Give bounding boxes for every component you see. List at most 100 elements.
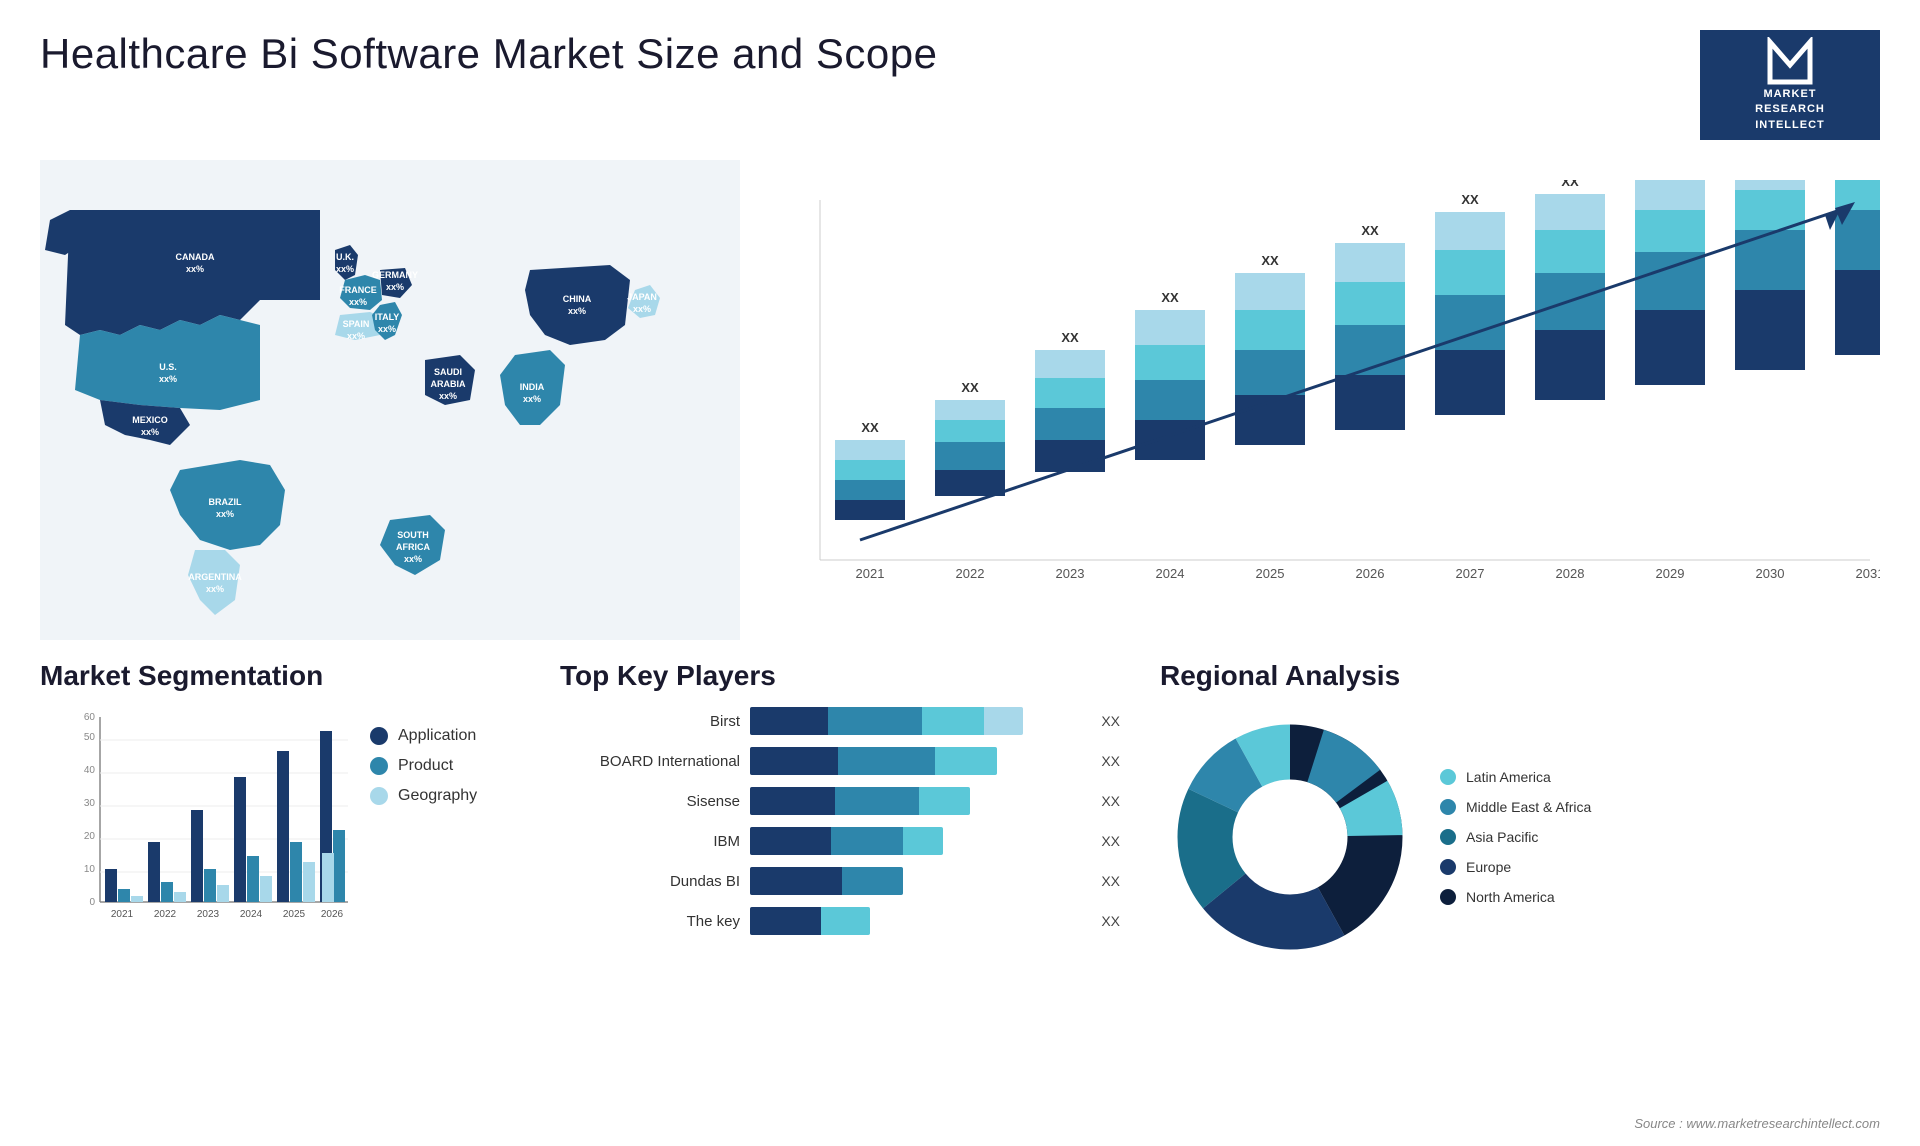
label-latin-america: Latin America: [1466, 769, 1551, 785]
legend-latin-america: Latin America: [1440, 769, 1591, 785]
main-content: CANADA xx% U.S. xx% MEXICO xx% BRAZIL xx…: [0, 160, 1920, 640]
player-row-thekey: The key XX: [560, 907, 1120, 935]
svg-text:xx%: xx%: [378, 324, 396, 334]
germany-label: GERMANY: [372, 270, 418, 280]
svg-text:2025: 2025: [283, 909, 306, 920]
svg-text:AFRICA: AFRICA: [396, 542, 430, 552]
uk-label: U.K.: [336, 252, 354, 262]
player-row-board: BOARD International XX: [560, 747, 1120, 775]
segmentation-legend: Application Product Geography: [370, 727, 477, 805]
svg-text:2021: 2021: [111, 909, 134, 920]
growth-chart-svg: XX XX XX XX XX: [760, 180, 1880, 640]
legend-label-geography: Geography: [398, 787, 477, 805]
player-name-sisense: Sisense: [560, 793, 740, 810]
southafrica-label: SOUTH: [397, 530, 429, 540]
argentina-label: ARGENTINA: [188, 572, 242, 582]
player-name-board: BOARD International: [560, 753, 740, 770]
svg-text:xx%: xx%: [336, 264, 354, 274]
page-header: Healthcare Bi Software Market Size and S…: [0, 0, 1920, 160]
svg-text:xx%: xx%: [523, 394, 541, 404]
legend-mea: Middle East & Africa: [1440, 799, 1591, 815]
svg-text:xx%: xx%: [439, 391, 457, 401]
dot-asia-pacific: [1440, 829, 1456, 845]
regional-legend: Latin America Middle East & Africa Asia …: [1440, 769, 1591, 905]
logo-text: MARKET RESEARCH INTELLECT: [1755, 87, 1825, 133]
player-bar-board: [750, 747, 1083, 775]
key-players-title: Top Key Players: [560, 660, 1120, 692]
svg-text:xx%: xx%: [141, 427, 159, 437]
svg-text:2023: 2023: [197, 909, 220, 920]
svg-text:xx%: xx%: [633, 304, 651, 314]
legend-application: Application: [370, 727, 477, 745]
saudi-label: SAUDI: [434, 367, 462, 377]
japan-label: JAPAN: [627, 292, 657, 302]
donut-chart-svg: [1160, 707, 1420, 967]
svg-text:XX: XX: [1161, 290, 1179, 305]
legend-asia-pacific: Asia Pacific: [1440, 829, 1591, 845]
legend-dot-application: [370, 727, 388, 745]
svg-text:XX: XX: [1361, 223, 1379, 238]
italy-label: ITALY: [375, 312, 400, 322]
svg-text:30: 30: [84, 798, 96, 809]
player-row-dundas: Dundas BI XX: [560, 867, 1120, 895]
player-row-ibm: IBM XX: [560, 827, 1120, 855]
segmentation-section: Market Segmentation 0 10 20 30 40 50 60: [40, 660, 520, 967]
svg-text:60: 60: [84, 712, 96, 723]
label-mea: Middle East & Africa: [1466, 799, 1591, 815]
svg-text:2023: 2023: [1056, 566, 1085, 581]
india-label: INDIA: [520, 382, 545, 392]
spain-label: SPAIN: [343, 319, 370, 329]
seg-bar-chart: 0 10 20 30 40 50 60: [70, 707, 350, 942]
svg-text:2025: 2025: [1256, 566, 1285, 581]
dot-north-america: [1440, 889, 1456, 905]
regional-section: Regional Analysis: [1160, 660, 1880, 967]
player-xx-sisense: XX: [1101, 793, 1120, 809]
svg-text:2021: 2021: [856, 566, 885, 581]
svg-text:0: 0: [89, 897, 95, 908]
dot-latin-america: [1440, 769, 1456, 785]
player-row-birst: Birst XX: [560, 707, 1120, 735]
svg-text:2030: 2030: [1756, 566, 1785, 581]
svg-text:XX: XX: [1261, 253, 1279, 268]
svg-text:2026: 2026: [1356, 566, 1385, 581]
legend-label-product: Product: [398, 757, 453, 775]
label-europe: Europe: [1466, 859, 1511, 875]
svg-text:xx%: xx%: [386, 282, 404, 292]
player-bar-thekey: [750, 907, 1083, 935]
svg-text:xx%: xx%: [186, 264, 204, 274]
svg-text:xx%: xx%: [206, 584, 224, 594]
svg-text:ARABIA: ARABIA: [431, 379, 466, 389]
svg-text:XX: XX: [1561, 180, 1579, 189]
donut-area: Latin America Middle East & Africa Asia …: [1160, 707, 1880, 967]
svg-text:2028: 2028: [1556, 566, 1585, 581]
page-title: Healthcare Bi Software Market Size and S…: [40, 30, 937, 78]
seg-chart-svg: 0 10 20 30 40 50 60: [70, 707, 350, 937]
svg-text:xx%: xx%: [216, 509, 234, 519]
label-north-america: North America: [1466, 889, 1555, 905]
svg-text:40: 40: [84, 765, 96, 776]
source-text: Source : www.marketresearchintellect.com: [1634, 1116, 1880, 1131]
player-name-ibm: IBM: [560, 833, 740, 850]
dot-mea: [1440, 799, 1456, 815]
svg-text:2024: 2024: [1156, 566, 1185, 581]
legend-geography: Geography: [370, 787, 477, 805]
svg-text:2022: 2022: [956, 566, 985, 581]
svg-text:2029: 2029: [1656, 566, 1685, 581]
player-row-sisense: Sisense XX: [560, 787, 1120, 815]
key-players-section: Top Key Players Birst XX BOARD Internati…: [560, 660, 1120, 967]
svg-text:XX: XX: [1061, 330, 1079, 345]
player-name-thekey: The key: [560, 913, 740, 930]
us-label: U.S.: [159, 362, 177, 372]
legend-europe: Europe: [1440, 859, 1591, 875]
player-bar-sisense: [750, 787, 1083, 815]
player-bar-dundas: [750, 867, 1083, 895]
svg-text:xx%: xx%: [349, 297, 367, 307]
svg-text:50: 50: [84, 732, 96, 743]
player-xx-thekey: XX: [1101, 913, 1120, 929]
legend-label-application: Application: [398, 727, 476, 745]
player-xx-ibm: XX: [1101, 833, 1120, 849]
logo-icon: [1765, 37, 1815, 87]
svg-text:xx%: xx%: [159, 374, 177, 384]
player-xx-birst: XX: [1101, 713, 1120, 729]
svg-text:2022: 2022: [154, 909, 177, 920]
